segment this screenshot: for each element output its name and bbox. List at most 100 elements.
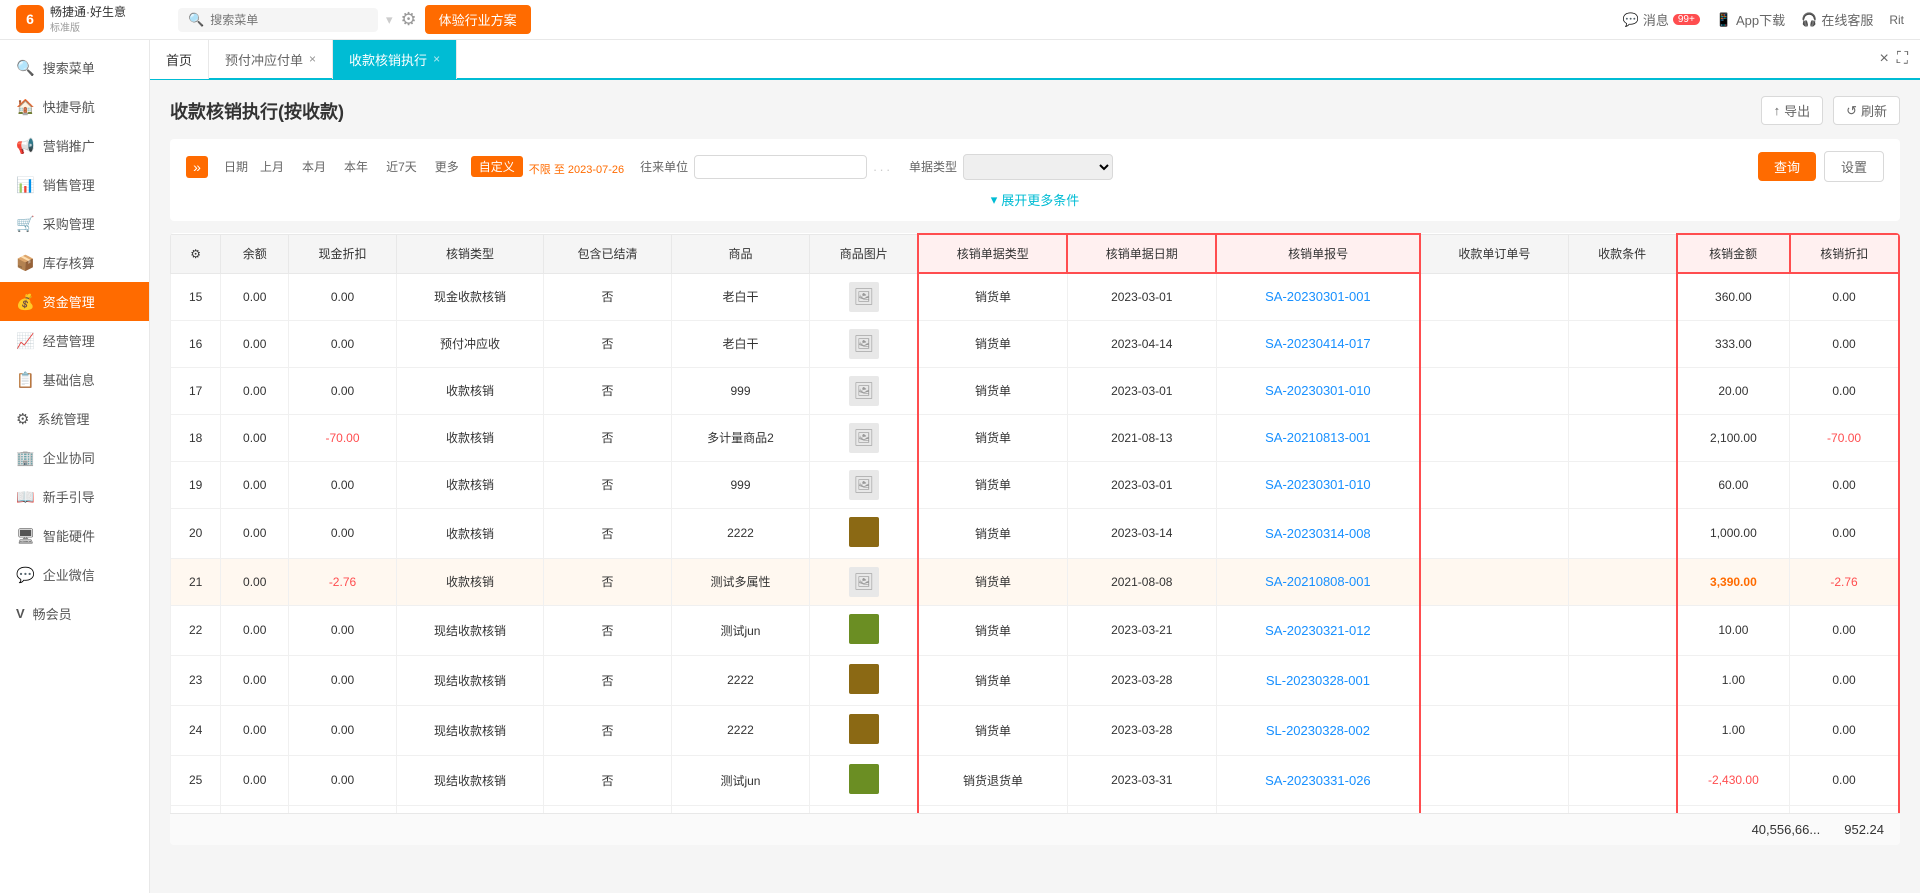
row-cash-discount: 0.00 [289,461,397,508]
settings-icon[interactable]: ⚙ [401,9,417,30]
row-bill-report-no[interactable]: SA-20230301-010 [1216,461,1420,508]
tab-expand-btn[interactable]: ⛶ [1897,50,1908,68]
sidebar-item-guide[interactable]: 📖 新手引导 [0,477,149,516]
enterprise-icon: 🏢 [16,449,35,467]
bill-report-no-link[interactable]: SA-20230301-010 [1265,477,1371,492]
date-this-year-btn[interactable]: 本年 [338,156,374,177]
bill-report-no-link[interactable]: SL-20230328-002 [1266,723,1370,738]
row-bill-report-type: 销货单 [918,655,1067,705]
row-bill-report-no[interactable]: SA-20210813-001 [1216,414,1420,461]
bill-report-no-link[interactable]: SA-20230321-012 [1265,623,1371,638]
settings-btn[interactable]: 设置 [1824,151,1884,182]
online-service-btn[interactable]: 🎧 在线客服 [1801,10,1873,29]
date-custom-btn[interactable]: 自定义 [471,156,523,177]
sidebar-item-operations[interactable]: 📈 经营管理 [0,321,149,360]
bill-report-no-link[interactable]: SA-20230301-001 [1265,289,1371,304]
expand-conditions-btn[interactable]: ▾ 展开更多条件 [991,190,1080,209]
industry-btn[interactable]: 体验行业方案 [425,5,531,34]
row-bill-report-no[interactable]: SL-20230328-001 [1216,655,1420,705]
filter-toggle-btn[interactable]: » [186,156,208,178]
tab-prepay[interactable]: 预付冲应付单 × [209,40,333,79]
row-receipt-condition [1568,320,1676,367]
row-cash-discount: -70.00 [289,414,397,461]
date-last-month-btn[interactable]: 上月 [254,156,290,177]
filter-unit-item: 往来单位 ... [640,155,893,179]
app-download-label: App下载 [1736,10,1785,29]
date-this-month-btn[interactable]: 本月 [296,156,332,177]
row-include-settled: 否 [544,461,672,508]
export-btn[interactable]: ↑ 导出 [1761,96,1824,125]
row-bill-report-no[interactable]: SA-20230314-008 [1216,508,1420,558]
row-balance: 0.00 [221,320,289,367]
content-area: 首页 预付冲应付单 × 收款核销执行 × × ⛶ 收款核销执行(按收款) [150,40,1920,893]
sidebar-item-search[interactable]: 🔍 搜索菜单 [0,48,149,87]
bill-report-no-link[interactable]: SA-20230301-010 [1265,383,1371,398]
sidebar-item-marketing[interactable]: 📢 营销推广 [0,126,149,165]
tab-writeoff-close[interactable]: × [433,52,440,66]
table-row: 160.000.00预付冲应收否老白干🖼销货单2023-04-14SA-2023… [171,320,1900,367]
row-bill-report-no[interactable]: SA-20230301-010 [1216,367,1420,414]
bill-report-no-link[interactable]: SA-20230414-017 [1265,336,1371,351]
row-bill-report-type: 销货单 [918,605,1067,655]
row-bill-report-no[interactable]: SL-20230328-002 [1216,705,1420,755]
sidebar-item-sales[interactable]: 📊 销售管理 [0,165,149,204]
row-bill-report-date: 2021-08-13 [1067,414,1216,461]
th-writeoff-amount: 核销金额 [1677,234,1790,273]
bill-report-no-link[interactable]: SA-20210808-001 [1265,574,1371,589]
product-thumbnail [849,664,879,694]
refresh-btn[interactable]: ↺ 刷新 [1833,96,1900,125]
tab-close-all-btn[interactable]: × [1879,50,1888,68]
query-btn[interactable]: 查询 [1758,152,1816,181]
table-row: 230.000.00现结收款核销否2222销货单2023-03-28SL-202… [171,655,1900,705]
sidebar-item-basic[interactable]: 📋 基础信息 [0,360,149,399]
member-icon: V [16,606,25,621]
unit-input[interactable] [694,155,867,179]
tab-prepay-close[interactable]: × [309,52,316,66]
dropdown-arrow: ▾ [386,12,393,28]
search-wrap[interactable]: 🔍 [178,8,378,32]
service-icon: 🎧 [1801,12,1817,28]
row-cash-discount: 0.00 [289,755,397,805]
date-7days-btn[interactable]: 近7天 [380,156,423,177]
search-input[interactable] [210,13,360,27]
row-receipt-condition [1568,805,1676,813]
bill-report-no-link[interactable]: SA-20230331-026 [1265,773,1371,788]
row-bill-report-no[interactable]: SA-20210808-001 [1216,558,1420,605]
sidebar-label-enterprise: 企业协同 [43,448,95,467]
row-writeoff-type: 现金收款核销 [396,273,543,320]
row-bill-report-no[interactable]: SA-20230414-017 [1216,320,1420,367]
row-bill-report-date: 2023-03-31 [1067,755,1216,805]
row-bill-report-no[interactable]: SA-20230331-026 [1216,755,1420,805]
sidebar-item-system[interactable]: ⚙ 系统管理 [0,399,149,438]
row-bill-report-type: 销货单 [918,367,1067,414]
th-product-image: 商品图片 [810,234,918,273]
row-writeoff-discount: 0.00 [1790,273,1899,320]
sidebar-item-quicknav[interactable]: 🏠 快捷导航 [0,87,149,126]
message-btn[interactable]: 💬 消息 99+ [1623,10,1700,29]
bill-report-no-link[interactable]: SA-20230314-008 [1265,526,1371,541]
sidebar-item-inventory[interactable]: 📦 库存核算 [0,243,149,282]
sidebar-item-enterprise[interactable]: 🏢 企业协同 [0,438,149,477]
tab-writeoff[interactable]: 收款核销执行 × [333,40,457,79]
footer-total-discount: 952.24 [1844,822,1884,837]
sidebar-item-finance[interactable]: 💰 资金管理 [0,282,149,321]
row-bill-report-no[interactable]: SA-20230321-012 [1216,605,1420,655]
filter-row-1: » 日期 上月 本月 本年 近7天 更多 自定义 不限 至 2023-07-26 [186,151,1884,182]
row-bill-report-no[interactable]: ABC-001 [1216,805,1420,813]
bill-report-no-link[interactable]: SA-20210813-001 [1265,430,1371,445]
table-container[interactable]: ⚙ 余额 现金折扣 核销类型 包含已结清 商品 商品图片 核销单据类型 核销单据… [170,233,1900,813]
sidebar-item-hardware[interactable]: 🖥 智能硬件 [0,516,149,555]
operations-icon: 📈 [16,332,35,350]
sidebar-item-wechat[interactable]: 💬 企业微信 [0,555,149,594]
row-bill-report-type: 销货单 [918,558,1067,605]
date-more-btn[interactable]: 更多 [429,156,465,177]
row-bill-report-no[interactable]: SA-20230301-001 [1216,273,1420,320]
bill-type-select[interactable] [963,154,1113,180]
sidebar-item-purchase[interactable]: 🛒 采购管理 [0,204,149,243]
bill-report-no-link[interactable]: SL-20230328-001 [1266,673,1370,688]
app-download-btn[interactable]: 📱 App下载 [1716,10,1785,29]
row-cash-discount: 0.00 [289,805,397,813]
tab-home[interactable]: 首页 [150,40,209,79]
th-settings[interactable]: ⚙ [171,234,221,273]
sidebar-item-member[interactable]: V 畅会员 [0,594,149,633]
